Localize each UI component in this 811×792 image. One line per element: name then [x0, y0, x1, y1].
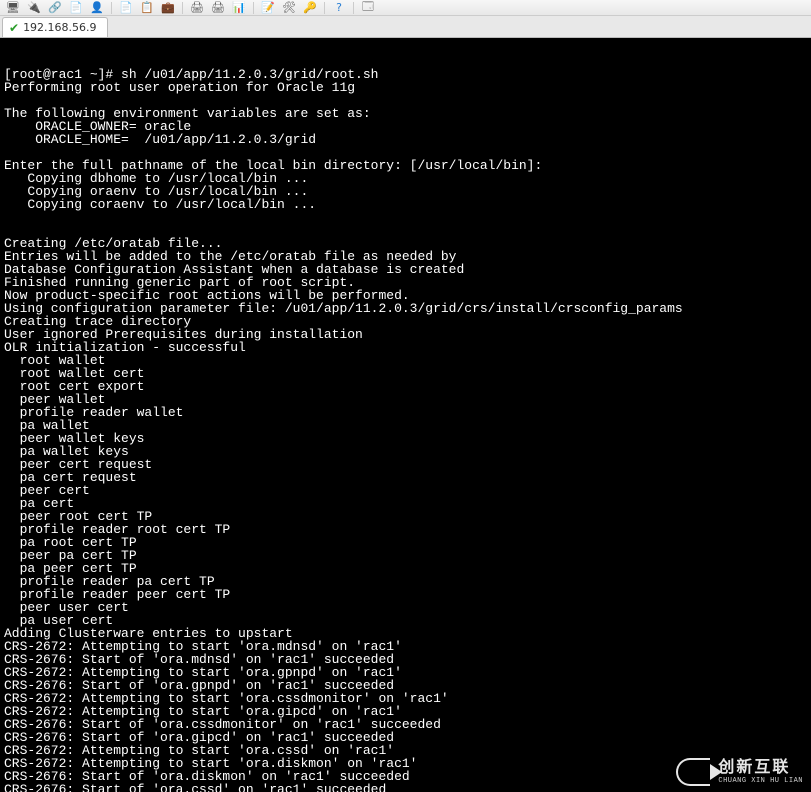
- paste-icon[interactable]: 📋: [138, 1, 156, 15]
- separator-icon: [353, 2, 354, 14]
- watermark-en: CHUANG XIN HU LIAN: [718, 778, 803, 785]
- watermark-cn: 创新互联: [718, 760, 803, 776]
- printer-icon[interactable]: 🖨: [188, 1, 206, 15]
- session-tab[interactable]: ✔ 192.168.56.9: [2, 17, 108, 37]
- window-icon[interactable]: 🗔: [359, 1, 377, 15]
- link-icon[interactable]: 🔗: [46, 1, 64, 15]
- tab-label: 192.168.56.9: [23, 21, 96, 34]
- key-icon[interactable]: 🔑: [301, 1, 319, 15]
- briefcase-icon[interactable]: 💼: [159, 1, 177, 15]
- terminal[interactable]: [root@rac1 ~]# sh /u01/app/11.2.0.3/grid…: [0, 38, 811, 792]
- separator-icon: [111, 2, 112, 14]
- print-icon[interactable]: 🖨: [209, 1, 227, 15]
- separator-icon: [182, 2, 183, 14]
- separator-icon: [253, 2, 254, 14]
- toolbar: 🖥 🔌 🔗 📄 👤 📄 📋 💼 🖨 🖨 📊 📝 🛠 🔑 ? 🗔: [0, 0, 811, 16]
- help-icon[interactable]: ?: [330, 1, 348, 15]
- doc2-icon[interactable]: 📝: [259, 1, 277, 15]
- doc-icon[interactable]: 📄: [117, 1, 135, 15]
- person-icon[interactable]: 👤: [88, 1, 106, 15]
- logo-icon: [676, 758, 710, 786]
- connect-icon[interactable]: 🔌: [25, 1, 43, 15]
- tab-bar: ✔ 192.168.56.9: [0, 16, 811, 38]
- terminal-output: [root@rac1 ~]# sh /u01/app/11.2.0.3/grid…: [4, 68, 807, 792]
- tools-icon[interactable]: 🛠: [280, 1, 298, 15]
- computer-icon[interactable]: 🖥: [4, 1, 22, 15]
- check-icon: ✔: [9, 21, 19, 35]
- copy-icon[interactable]: 📄: [67, 1, 85, 15]
- separator-icon: [324, 2, 325, 14]
- app-icon[interactable]: 📊: [230, 1, 248, 15]
- watermark: 创新互联 CHUANG XIN HU LIAN: [676, 758, 803, 786]
